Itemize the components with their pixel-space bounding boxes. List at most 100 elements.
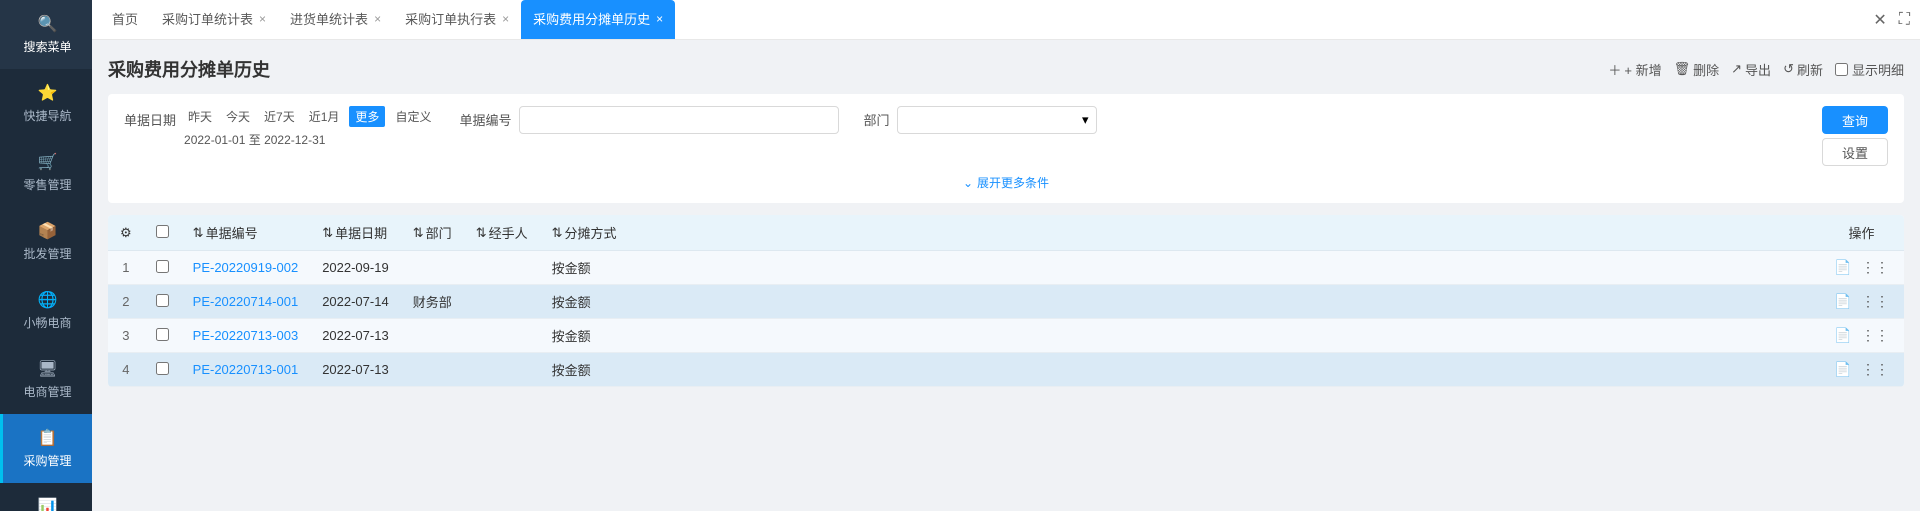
sidebar-item-label: 快捷导航 <box>11 107 84 124</box>
filter-right-actions: 查询 设置 <box>1822 106 1888 166</box>
more-ops-icon[interactable]: ⋮⋮ <box>1861 361 1889 377</box>
select-all-checkbox[interactable] <box>156 225 169 238</box>
more-ops-icon[interactable]: ⋮⋮ <box>1861 259 1889 275</box>
sidebar-item-inventory[interactable]: 📊 库存核算 <box>0 483 92 511</box>
close-window-button[interactable]: ✕ <box>1871 8 1888 32</box>
row-date: 2022-07-13 <box>310 319 401 353</box>
query-button[interactable]: 查询 <box>1822 106 1888 134</box>
delete-icon: 🗑 <box>1674 61 1691 77</box>
row-date: 2022-07-13 <box>310 353 401 387</box>
row-dept <box>401 319 464 353</box>
tab-home[interactable]: 首页 <box>100 0 150 39</box>
doc-no-input[interactable] <box>519 106 839 134</box>
main-content: 首页 采购订单统计表 × 进货单统计表 × 采购订单执行表 × 采购费用分摊单历… <box>92 0 1920 511</box>
export-button[interactable]: ↗ 导出 <box>1731 60 1771 79</box>
date-filter: 单据日期 昨天 今天 近7天 近1月 更多 自定义 2022-01-01 至 2… <box>124 106 435 148</box>
export-label: 导出 <box>1745 60 1771 79</box>
date-btn-7days[interactable]: 近7天 <box>260 106 299 127</box>
filter-area: 单据日期 昨天 今天 近7天 近1月 更多 自定义 2022-01-01 至 2… <box>108 94 1904 203</box>
dept-select[interactable]: ▾ <box>897 106 1097 134</box>
view-icon[interactable]: 📄 <box>1834 361 1851 377</box>
date-btn-1month[interactable]: 近1月 <box>305 106 344 127</box>
row-doc-no: PE-20220714-001 <box>181 285 311 319</box>
row-num: 2 <box>108 285 144 319</box>
doc-no-link[interactable]: PE-20220713-003 <box>193 328 299 343</box>
tab-alloc-history[interactable]: 采购费用分摊单历史 × <box>521 0 675 39</box>
row-spacer <box>629 353 1819 387</box>
row-checkbox[interactable] <box>156 294 169 307</box>
tab-purchase-stats-close[interactable]: × <box>259 12 266 26</box>
sidebar-item-purchase[interactable]: 📋 采购管理 <box>0 414 92 483</box>
inventory-icon: 📊 <box>11 497 84 511</box>
th-settings[interactable]: ⚙ <box>108 215 144 251</box>
date-btn-today[interactable]: 今天 <box>222 106 254 127</box>
date-filter-label: 单据日期 <box>124 106 176 129</box>
row-spacer <box>629 319 1819 353</box>
tab-order-exec-label: 采购订单执行表 <box>405 9 496 28</box>
th-spacer <box>629 215 1819 251</box>
sidebar-item-retail[interactable]: 🛒 零售管理 <box>0 138 92 207</box>
sidebar-item-label: 采购管理 <box>11 452 84 469</box>
th-checkbox <box>144 215 181 251</box>
row-checkbox[interactable] <box>156 328 169 341</box>
sidebar-item-search[interactable]: 🔍 搜索菜单 <box>0 0 92 69</box>
row-alloc-method: 按金额 <box>540 319 629 353</box>
table-header: ⚙ ⇅ 单据编号 ⇅ <box>108 215 1904 251</box>
tab-purchase-stats[interactable]: 采购订单统计表 × <box>150 0 278 39</box>
row-doc-no: PE-20220713-003 <box>181 319 311 353</box>
row-num: 3 <box>108 319 144 353</box>
add-button[interactable]: ＋ + 新增 <box>1608 60 1661 79</box>
more-ops-icon[interactable]: ⋮⋮ <box>1861 327 1889 343</box>
show-detail-checkbox[interactable] <box>1835 63 1848 76</box>
tab-alloc-history-close[interactable]: × <box>656 12 663 26</box>
tab-stock-stats-label: 进货单统计表 <box>290 9 368 28</box>
row-checkbox[interactable] <box>156 260 169 273</box>
export-icon: ↗ <box>1731 61 1742 77</box>
row-operations: 📄 ⋮⋮ <box>1819 353 1904 387</box>
doc-no-link[interactable]: PE-20220919-002 <box>193 260 299 275</box>
nav-icon: ⭐ <box>11 83 84 103</box>
maximize-window-button[interactable]: ⛶ <box>1897 9 1912 31</box>
show-detail-checkbox-label[interactable]: 显示明细 <box>1835 60 1904 79</box>
th-doc-no: ⇅ 单据编号 <box>181 215 311 251</box>
sidebar-item-nav[interactable]: ⭐ 快捷导航 <box>0 69 92 138</box>
filter-main-row: 单据日期 昨天 今天 近7天 近1月 更多 自定义 2022-01-01 至 2… <box>124 106 1888 166</box>
expand-more-btn[interactable]: ⌄ 展开更多条件 <box>124 174 1888 191</box>
th-operation: 操作 <box>1819 215 1904 251</box>
date-btn-custom[interactable]: 自定义 <box>391 106 435 127</box>
th-date-sort-icon: ⇅ <box>322 225 333 241</box>
view-icon[interactable]: 📄 <box>1834 327 1851 343</box>
doc-no-link[interactable]: PE-20220714-001 <box>193 294 299 309</box>
refresh-icon: ↺ <box>1783 61 1794 77</box>
more-ops-icon[interactable]: ⋮⋮ <box>1861 293 1889 309</box>
purchase-icon: 📋 <box>11 428 84 448</box>
doc-no-link[interactable]: PE-20220713-001 <box>193 362 299 377</box>
view-icon[interactable]: 📄 <box>1834 259 1851 275</box>
th-doc-no-label: 单据编号 <box>206 223 258 242</box>
delete-button[interactable]: 🗑 删除 <box>1674 60 1720 79</box>
row-checkbox[interactable] <box>156 362 169 375</box>
date-options: 昨天 今天 近7天 近1月 更多 自定义 <box>184 106 435 127</box>
refresh-button[interactable]: ↺ 刷新 <box>1783 60 1823 79</box>
row-date: 2022-07-14 <box>310 285 401 319</box>
tab-order-exec-close[interactable]: × <box>502 12 509 26</box>
row-checkbox-cell <box>144 319 181 353</box>
row-date: 2022-09-19 <box>310 251 401 285</box>
tab-order-exec[interactable]: 采购订单执行表 × <box>393 0 521 39</box>
row-checkbox-cell <box>144 285 181 319</box>
view-icon[interactable]: 📄 <box>1834 293 1851 309</box>
sidebar-item-ecom-small[interactable]: 🌐 小畅电商 <box>0 276 92 345</box>
dept-label: 部门 <box>863 106 889 129</box>
delete-label: 删除 <box>1693 60 1719 79</box>
th-date: ⇅ 单据日期 <box>310 215 401 251</box>
tab-stock-stats[interactable]: 进货单统计表 × <box>278 0 393 39</box>
tab-stock-stats-close[interactable]: × <box>374 12 381 26</box>
date-btn-more[interactable]: 更多 <box>349 106 385 127</box>
date-btn-yesterday[interactable]: 昨天 <box>184 106 216 127</box>
sidebar-item-ecom[interactable]: 🖥 电商管理 <box>0 345 92 414</box>
row-dept: 财务部 <box>401 285 464 319</box>
tab-bar: 首页 采购订单统计表 × 进货单统计表 × 采购订单执行表 × 采购费用分摊单历… <box>92 0 1920 40</box>
settings-button[interactable]: 设置 <box>1822 138 1888 166</box>
sidebar-item-wholesale[interactable]: 📦 批发管理 <box>0 207 92 276</box>
add-icon: ＋ <box>1608 60 1621 79</box>
